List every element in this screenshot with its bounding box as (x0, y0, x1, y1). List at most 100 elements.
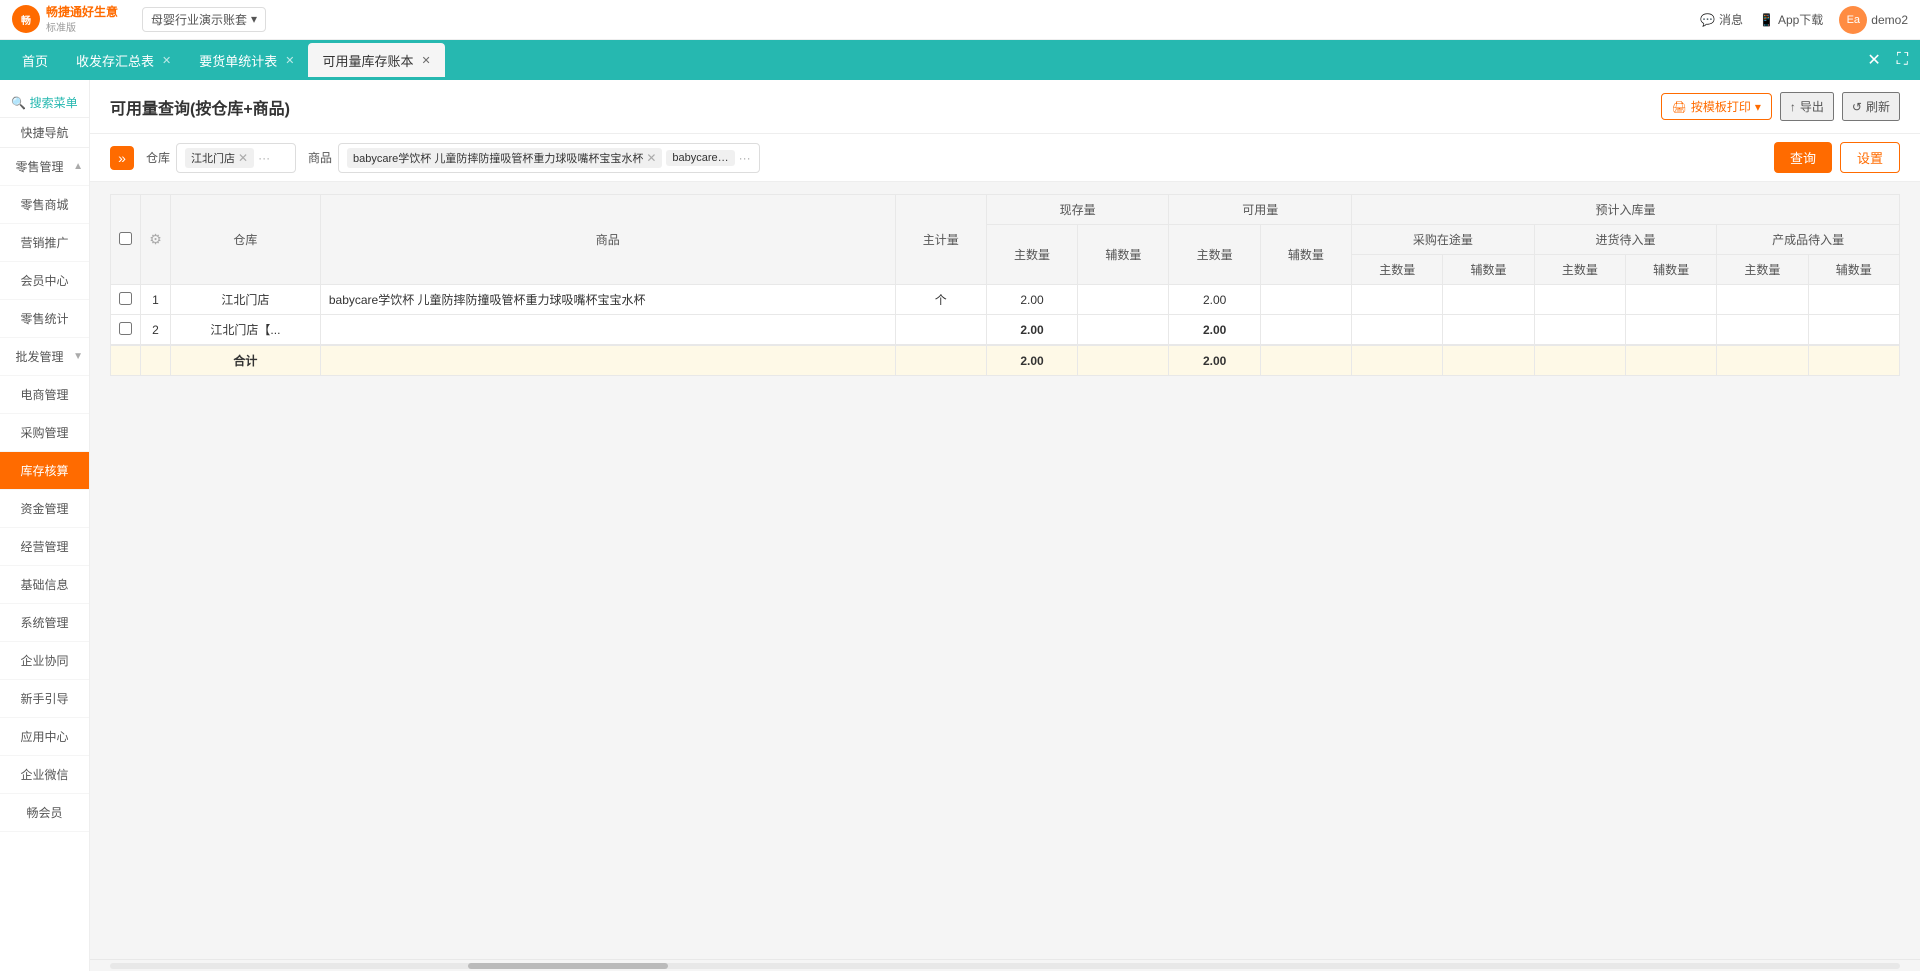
logo-area: 畅 畅捷通好生意 标准版 (12, 5, 118, 34)
tab-available-stock-close[interactable]: ✕ (422, 54, 431, 67)
sidebar: 🔍 搜索菜单 快捷导航 零售管理 ▲ 零售商城 营销推广 会员中心 零售统计 批… (0, 80, 90, 971)
header-avail-aux: 辅数量 (1260, 225, 1351, 285)
sidebar-item-operations[interactable]: 经营管理 (0, 528, 89, 566)
print-button[interactable]: 🖨 按模板打印 ▾ (1661, 93, 1772, 120)
logo-text: 畅捷通好生意 (46, 5, 118, 19)
scroll-thumb[interactable] (468, 963, 668, 969)
logo-icon: 畅 (12, 5, 40, 33)
header-settings[interactable]: ⚙ (141, 195, 171, 285)
header-product: 商品 (320, 195, 895, 285)
close-all-tabs-button[interactable]: ✕ (1863, 46, 1884, 74)
product-tag-value: babycare学饮杯 儿童防摔防撞吸管杯重力球吸嘴杯宝宝水杯 (353, 150, 643, 166)
product-filter-input[interactable]: babycare学饮杯 儿童防摔防撞吸管杯重力球吸嘴杯宝宝水杯 ✕ babyca… (338, 143, 760, 173)
product-tag2-value: babycare… (672, 152, 728, 164)
tab-order-stats-close[interactable]: ✕ (285, 54, 294, 67)
sidebar-item-member[interactable]: 会员中心 (0, 262, 89, 300)
sidebar-item-operations-label: 经营管理 (6, 538, 83, 555)
product-tag-remove[interactable]: ✕ (646, 151, 656, 165)
print-icon: 🖨 (1672, 100, 1687, 114)
tab-available-stock[interactable]: 可用量库存账本 ✕ (308, 43, 444, 77)
sidebar-item-collab[interactable]: 企业协同 (0, 642, 89, 680)
avatar: Ea (1839, 6, 1867, 34)
sidebar-item-retail-mall[interactable]: 零售商城 (0, 186, 89, 224)
row2-avail-main: 2.00 (1169, 315, 1260, 346)
user-profile[interactable]: Ea demo2 (1839, 6, 1908, 34)
warehouse-tag-value: 江北门店 (191, 150, 235, 166)
row2-warehouse: 江北门店【... (171, 315, 321, 346)
footer-current-main: 2.00 (986, 345, 1077, 376)
product-more-icon[interactable]: ··· (739, 151, 751, 165)
warehouse-more-icon[interactable]: ··· (258, 151, 270, 165)
footer-avail-aux (1260, 345, 1351, 376)
header-estimated: 预计入库量 (1352, 195, 1900, 225)
row2-product (320, 315, 895, 346)
sidebar-item-wholesale[interactable]: 批发管理 ▼ (0, 338, 89, 376)
gear-icon[interactable]: ⚙ (149, 231, 162, 247)
sidebar-nav-label: 快捷导航 (20, 126, 68, 140)
warehouse-filter-input[interactable]: 江北门店 ✕ ··· (176, 143, 296, 173)
sidebar-item-finance[interactable]: 资金管理 (0, 490, 89, 528)
tab-order-stats[interactable]: 要货单统计表 ✕ (185, 43, 308, 77)
sidebar-item-retail-stats[interactable]: 零售统计 (0, 300, 89, 338)
export-button[interactable]: ↑ 导出 (1780, 92, 1834, 121)
sidebar-item-guide[interactable]: 新手引导 (0, 680, 89, 718)
row1-index: 1 (141, 285, 171, 315)
message-icon: 💬 (1700, 13, 1715, 27)
sidebar-item-basic-info[interactable]: 基础信息 (0, 566, 89, 604)
footer-pt-main (1352, 345, 1443, 376)
sidebar-search[interactable]: 🔍 搜索菜单 (0, 88, 89, 118)
row2-unit (895, 315, 986, 346)
industry-selector[interactable]: 母婴行业演示账套 ▾ (142, 7, 266, 32)
filter-expand-button[interactable]: » (110, 146, 134, 170)
warehouse-tag-remove[interactable]: ✕ (238, 151, 248, 165)
sidebar-item-ecommerce-label: 电商管理 (6, 386, 83, 403)
select-all-checkbox[interactable] (119, 232, 132, 245)
sidebar-item-ecommerce[interactable]: 电商管理 (0, 376, 89, 414)
header-available: 可用量 (1169, 195, 1352, 225)
sidebar-item-retail-mgmt-label: 零售管理 (6, 158, 73, 175)
sidebar-item-system[interactable]: 系统管理 (0, 604, 89, 642)
expand-button[interactable]: ⛶ (1893, 47, 1912, 73)
row1-warehouse: 江北门店 (171, 285, 321, 315)
row1-check[interactable] (119, 292, 132, 305)
sidebar-item-marketing[interactable]: 营销推广 (0, 224, 89, 262)
message-button[interactable]: 💬 消息 (1700, 11, 1743, 28)
row2-avail-aux (1260, 315, 1351, 346)
sidebar-search-label: 搜索菜单 (30, 96, 78, 110)
row2-check[interactable] (119, 322, 132, 335)
sidebar-item-wholesale-arrow: ▼ (73, 351, 83, 362)
tab-home[interactable]: 首页 (8, 43, 62, 77)
search-icon: 🔍 (11, 96, 26, 110)
tab-receive-summary-close[interactable]: ✕ (162, 54, 171, 67)
message-label: 消息 (1719, 11, 1743, 28)
sidebar-item-purchase[interactable]: 采购管理 (0, 414, 89, 452)
header-checkbox[interactable] (111, 195, 141, 285)
sidebar-item-inventory-label: 库存核算 (6, 462, 83, 479)
sidebar-item-purchase-label: 采购管理 (6, 424, 83, 441)
row1-pp-main (1717, 285, 1808, 315)
row2-pt-aux (1443, 315, 1534, 346)
sidebar-quicknav[interactable]: 快捷导航 (0, 118, 89, 148)
sidebar-item-retail-mgmt[interactable]: 零售管理 ▲ (0, 148, 89, 186)
sidebar-item-retail-mgmt-arrow: ▲ (73, 161, 83, 172)
content-area: 可用量查询(按仓库+商品) 🖨 按模板打印 ▾ ↑ 导出 ↺ 刷新 (90, 80, 1920, 971)
sidebar-item-app-center[interactable]: 应用中心 (0, 718, 89, 756)
header-ip-main: 主数量 (1534, 255, 1625, 285)
row1-ip-main (1534, 285, 1625, 315)
sidebar-item-wechat[interactable]: 企业微信 (0, 756, 89, 794)
refresh-button[interactable]: ↺ 刷新 (1842, 92, 1900, 121)
row2-pt-main (1352, 315, 1443, 346)
row1-checkbox[interactable] (111, 285, 141, 315)
header-purchase-transit: 采购在途量 (1352, 225, 1535, 255)
query-button[interactable]: 查询 (1774, 142, 1832, 173)
row2-checkbox[interactable] (111, 315, 141, 346)
app-download-button[interactable]: 📱 App下载 (1759, 11, 1823, 28)
scroll-track[interactable] (110, 963, 1900, 969)
sidebar-item-member2[interactable]: 畅会员 (0, 794, 89, 832)
settings-button[interactable]: 设置 (1840, 142, 1900, 173)
sidebar-item-inventory[interactable]: 库存核算 (0, 452, 89, 490)
product-filter-group: 商品 babycare学饮杯 儿童防摔防撞吸管杯重力球吸嘴杯宝宝水杯 ✕ bab… (308, 143, 760, 173)
table-footer-row: 合计 2.00 2.00 (111, 345, 1900, 376)
tab-receive-summary[interactable]: 收发存汇总表 ✕ (62, 43, 185, 77)
row1-unit: 个 (895, 285, 986, 315)
